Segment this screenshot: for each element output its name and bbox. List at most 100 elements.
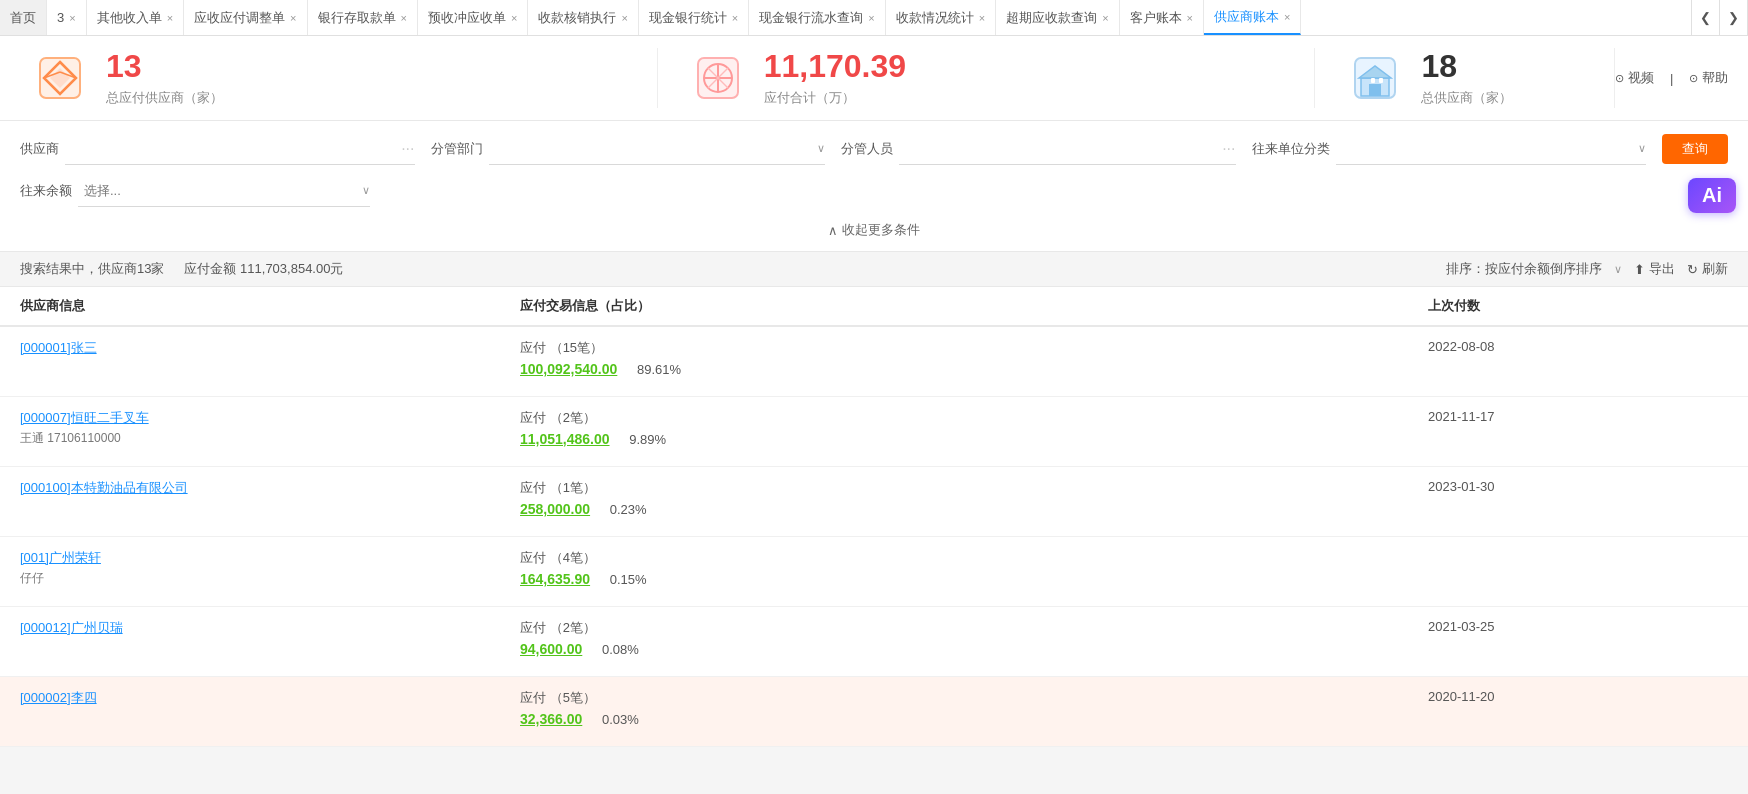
nav-tab-home[interactable]: 首页: [0, 0, 47, 35]
table-header: 供应商信息 应付交易信息（占比） 上次付数: [0, 287, 1748, 327]
last-pay-4: 2021-03-25: [1428, 619, 1728, 634]
col-header-supplier: 供应商信息: [20, 297, 520, 315]
close-icon[interactable]: ×: [979, 12, 985, 24]
nav-tab-customer-book[interactable]: 客户账本 ×: [1120, 0, 1204, 35]
close-icon[interactable]: ×: [621, 12, 627, 24]
balance-input[interactable]: [78, 179, 362, 202]
nav-tab-overdue[interactable]: 超期应收款查询 ×: [996, 0, 1119, 35]
nav-tab-adjustment[interactable]: 应收应付调整单 ×: [184, 0, 307, 35]
nav-right-arrow[interactable]: ❯: [1720, 0, 1748, 36]
svg-rect-14: [1369, 84, 1381, 96]
export-button[interactable]: ⬆ 导出: [1634, 260, 1675, 278]
person-dots[interactable]: ···: [1222, 140, 1235, 158]
balance-dropdown-icon[interactable]: ∨: [362, 184, 370, 197]
tx-pct-3: 0.15%: [610, 572, 647, 587]
tx-amount-5[interactable]: 32,366.00: [520, 711, 582, 727]
tx-amount-4[interactable]: 94,600.00: [520, 641, 582, 657]
close-icon[interactable]: ×: [290, 12, 296, 24]
summary-info-payable: 13 总应付供应商（家）: [106, 49, 223, 106]
nav-tab-other-income[interactable]: 其他收入单 ×: [87, 0, 184, 35]
close-icon[interactable]: ×: [167, 12, 173, 24]
person-input-wrap: ···: [899, 133, 1236, 165]
nav-tab-collect-exec[interactable]: 收款核销执行 ×: [528, 0, 638, 35]
tx-amount-row-0: 100,092,540.00 89.61%: [520, 361, 1428, 377]
nav-tab-pre-collect[interactable]: 预收冲应收单 ×: [418, 0, 528, 35]
sort-dropdown-icon[interactable]: ∨: [1614, 263, 1622, 276]
result-actions: 排序：按应付余额倒序排序 ∨ ⬆ 导出 ↻ 刷新: [1446, 260, 1728, 278]
supplier-label: 供应商: [20, 140, 59, 158]
video-link[interactable]: ⊙ 视频: [1615, 69, 1654, 87]
dept-dropdown-icon[interactable]: ∨: [817, 142, 825, 155]
close-icon[interactable]: ×: [1187, 12, 1193, 24]
nav-left-arrow[interactable]: ❮: [1692, 0, 1720, 36]
help-link[interactable]: ⊙ 帮助: [1689, 69, 1728, 87]
close-icon[interactable]: ×: [868, 12, 874, 24]
ai-badge[interactable]: Ai: [1688, 178, 1736, 213]
collapse-button[interactable]: ∧ 收起更多条件: [816, 217, 932, 243]
tx-amount-1[interactable]: 11,051,486.00: [520, 431, 610, 447]
category-dropdown-icon[interactable]: ∨: [1638, 142, 1646, 155]
tx-amount-2[interactable]: 258,000.00: [520, 501, 590, 517]
query-button[interactable]: 查询: [1662, 134, 1728, 164]
supplier-dots[interactable]: ···: [401, 140, 414, 158]
tx-row-2: 应付 （1笔）: [520, 479, 1428, 497]
help-separator: |: [1670, 71, 1673, 86]
tx-label-0: 应付: [520, 340, 546, 355]
last-pay-5: 2020-11-20: [1428, 689, 1728, 704]
payable-suppliers-number: 13: [106, 49, 223, 84]
nav-tab-collect-stat[interactable]: 收款情况统计 ×: [886, 0, 996, 35]
close-icon[interactable]: ×: [1284, 11, 1290, 23]
total-suppliers-label: 总供应商（家）: [1421, 89, 1512, 107]
supplier-filter: 供应商 ···: [20, 133, 415, 165]
supplier-link-4[interactable]: [000012]广州贝瑞: [20, 619, 520, 637]
category-input-wrap: ∨: [1336, 133, 1647, 165]
category-input[interactable]: [1336, 137, 1639, 160]
filter-row-2: 往来余额 ∨: [20, 175, 370, 207]
close-icon[interactable]: ×: [1102, 12, 1108, 24]
tx-amount-row-1: 11,051,486.00 9.89%: [520, 431, 1428, 447]
close-icon[interactable]: ×: [69, 12, 75, 24]
tx-amount-0[interactable]: 100,092,540.00: [520, 361, 617, 377]
close-icon[interactable]: ×: [511, 12, 517, 24]
refresh-button[interactable]: ↻ 刷新: [1687, 260, 1728, 278]
supplier-input[interactable]: [65, 137, 401, 160]
supplier-link-3[interactable]: [001]广州荣轩: [20, 549, 520, 567]
close-icon[interactable]: ×: [732, 12, 738, 24]
supplier-link-1[interactable]: [000007]恒旺二手叉车: [20, 409, 520, 427]
supplier-link-2[interactable]: [000100]本特勤油品有限公司: [20, 479, 520, 497]
tx-label-1: 应付: [520, 410, 546, 425]
sort-label: 排序：按应付余额倒序排序: [1446, 260, 1602, 278]
supplier-link-5[interactable]: [000002]李四: [20, 689, 520, 707]
close-icon[interactable]: ×: [401, 12, 407, 24]
nav-tab-cash-stat[interactable]: 现金银行统计 ×: [639, 0, 749, 35]
tx-row-3: 应付 （4笔）: [520, 549, 1428, 567]
right-arrow-icon: ❯: [1728, 10, 1739, 25]
result-supplier-count: 搜索结果中，供应商13家: [20, 260, 164, 278]
summary-help-area: ⊙ 视频 | ⊙ 帮助: [1615, 69, 1748, 87]
refresh-icon: ↻: [1687, 262, 1698, 277]
tx-info-1: 应付 （2笔） 11,051,486.00 9.89%: [520, 409, 1428, 447]
top-nav: 首页 3 × 其他收入单 × 应收应付调整单 × 银行存取款单 × 预收冲应收单…: [0, 0, 1748, 36]
person-label: 分管人员: [841, 140, 893, 158]
summary-card-payable-suppliers: 13 总应付供应商（家）: [0, 48, 658, 108]
balance-filter: 往来余额 ∨: [20, 175, 370, 207]
nav-tab-3[interactable]: 3 ×: [47, 0, 87, 35]
person-input[interactable]: [899, 137, 1222, 160]
nav-tab-bank[interactable]: 银行存取款单 ×: [308, 0, 418, 35]
nav-tab-supplier-book[interactable]: 供应商账本 ×: [1204, 0, 1301, 35]
payable-suppliers-label: 总应付供应商（家）: [106, 89, 223, 107]
supplier-link-0[interactable]: [000001]张三: [20, 339, 520, 357]
tx-amount-row-5: 32,366.00 0.03%: [520, 711, 1428, 727]
help-links: ⊙ 视频 | ⊙ 帮助: [1615, 69, 1728, 87]
supplier-input-wrap: ···: [65, 133, 415, 165]
tx-amount-3[interactable]: 164,635.90: [520, 571, 590, 587]
dept-input-wrap: ∨: [489, 133, 826, 165]
table-row: [000012]广州贝瑞 应付 （2笔） 94,600.00 0.08% 202…: [0, 607, 1748, 677]
category-filter: 往来单位分类 ∨: [1252, 133, 1647, 165]
tx-amount-row-2: 258,000.00 0.23%: [520, 501, 1428, 517]
nav-tab-cash-flow[interactable]: 现金银行流水查询 ×: [749, 0, 885, 35]
dept-input[interactable]: [489, 137, 818, 160]
col-header-tx: 应付交易信息（占比）: [520, 297, 1428, 315]
total-suppliers-number: 18: [1421, 49, 1512, 84]
col-header-last-pay: 上次付数: [1428, 297, 1728, 315]
